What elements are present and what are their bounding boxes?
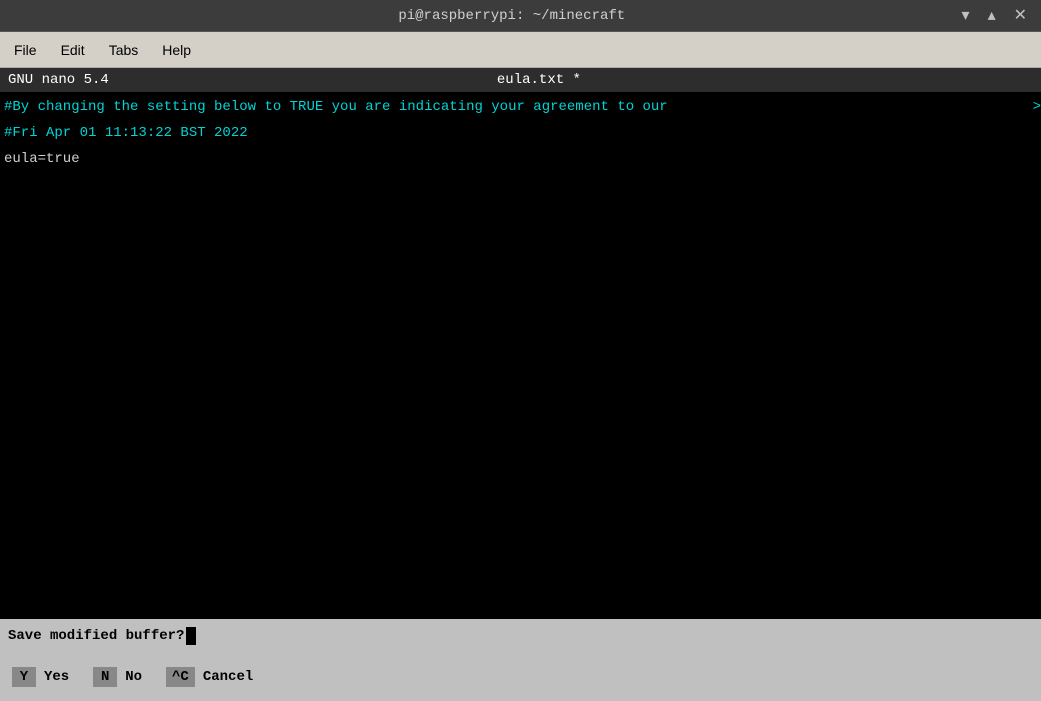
save-options-row: Y Yes N No ^C Cancel <box>0 653 1041 701</box>
menu-help[interactable]: Help <box>152 38 201 62</box>
no-key: N <box>93 667 117 687</box>
close-button[interactable]: ✕ <box>1008 6 1033 26</box>
save-prompt-area: Save modified buffer? Y Yes N No ^C Canc… <box>0 619 1041 701</box>
nano-header: GNU nano 5.4 eula.txt * <box>0 68 1041 92</box>
no-label: No <box>125 669 142 685</box>
cancel-key: ^C <box>166 667 195 687</box>
title-bar-title: pi@raspberrypi: ~/minecraft <box>68 8 956 24</box>
menu-tabs[interactable]: Tabs <box>99 38 149 62</box>
scroll-right-indicator: > <box>1031 94 1041 120</box>
yes-option[interactable]: Y Yes <box>0 653 81 701</box>
editor-line-2: #Fri Apr 01 11:13:22 BST 2022 <box>0 120 1041 146</box>
save-prompt-cursor <box>186 627 196 645</box>
maximize-button[interactable]: ▴ <box>982 6 1002 26</box>
editor-line-1: #By changing the setting below to TRUE y… <box>0 94 1041 120</box>
save-prompt-text: Save modified buffer? <box>8 628 184 644</box>
menu-edit[interactable]: Edit <box>51 38 95 62</box>
nano-version: GNU nano 5.4 <box>0 72 117 88</box>
minimize-button[interactable]: ▾ <box>956 6 976 26</box>
menu-file[interactable]: File <box>4 38 47 62</box>
editor-area[interactable]: #By changing the setting below to TRUE y… <box>0 92 1041 619</box>
no-option[interactable]: N No <box>81 653 154 701</box>
menu-bar: File Edit Tabs Help <box>0 32 1041 68</box>
title-bar: pi@raspberrypi: ~/minecraft ▾ ▴ ✕ <box>0 0 1041 32</box>
cancel-option[interactable]: ^C Cancel <box>154 653 265 701</box>
nano-filename: eula.txt * <box>117 72 961 88</box>
editor-line-3: eula=true <box>0 146 1041 172</box>
yes-key: Y <box>12 667 36 687</box>
save-prompt-row: Save modified buffer? <box>0 619 1041 653</box>
cancel-label: Cancel <box>203 669 253 685</box>
title-bar-controls: ▾ ▴ ✕ <box>956 6 1033 26</box>
yes-label: Yes <box>44 669 69 685</box>
